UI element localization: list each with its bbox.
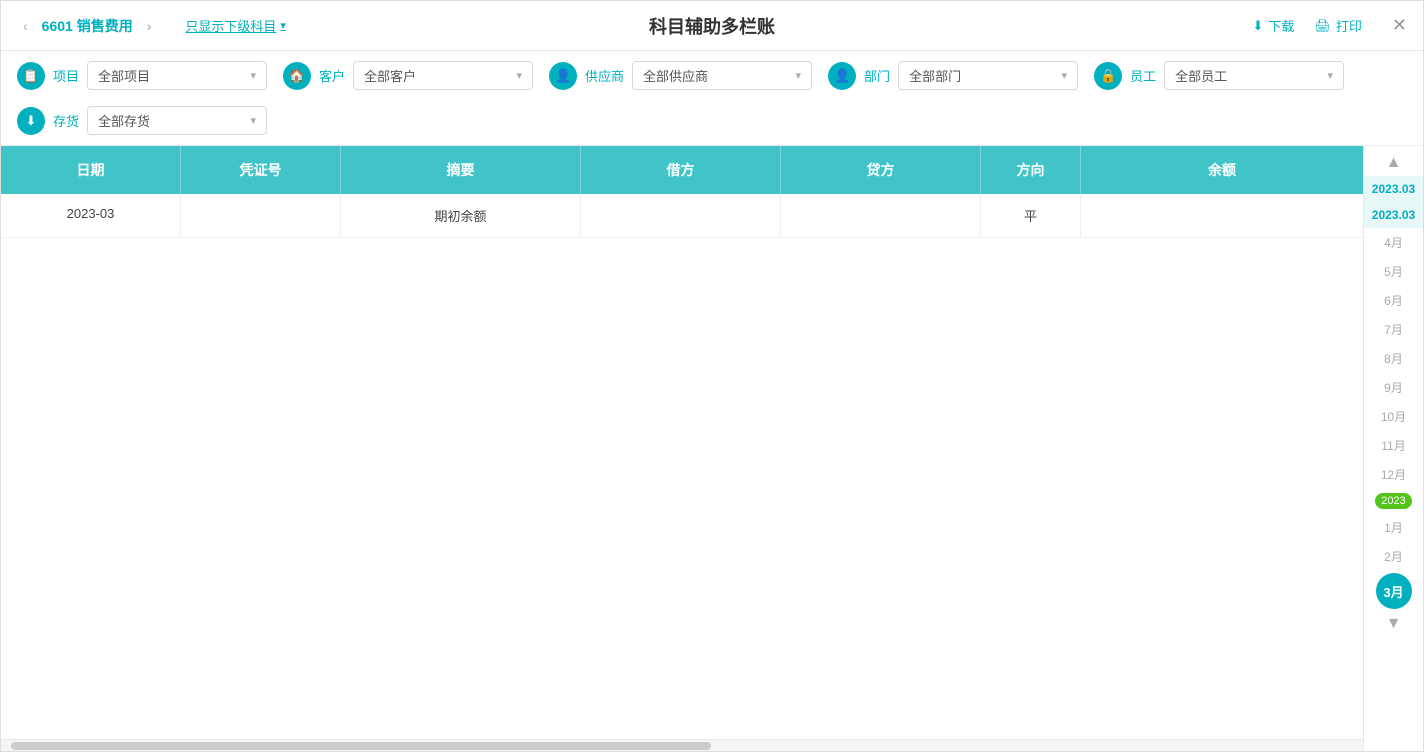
timeline-scroll-down[interactable]: ▼ xyxy=(1382,611,1406,637)
table-body: 2023-03 期初余额 平 xyxy=(1,194,1363,739)
inventory-icon: ⬇ xyxy=(17,107,45,135)
table-row[interactable]: 2023-03 期初余额 平 xyxy=(1,194,1363,238)
page-title: 科目辅助多栏账 xyxy=(649,13,775,39)
filter-group-customer: 🏠 客户 全部客户 ▾ xyxy=(283,61,533,90)
filter-bar: 📋 项目 全部项目 ▾ 🏠 客户 全部客户 ▾ 👤 供应商 全部供应商 ▾ xyxy=(1,51,1423,146)
show-sub-toggle[interactable]: 只显示下级科目 ▾ xyxy=(185,16,286,35)
project-label: 项目 xyxy=(53,66,79,85)
employee-select[interactable]: 全部员工 ▾ xyxy=(1164,61,1344,90)
col-header-credit: 贷方 xyxy=(781,146,981,194)
employee-select-arrow: ▾ xyxy=(1328,69,1334,82)
col-header-direction: 方向 xyxy=(981,146,1081,194)
cell-balance xyxy=(1081,194,1363,237)
supplier-select-arrow: ▾ xyxy=(796,69,802,82)
download-button[interactable]: ⬇ 下载 xyxy=(1252,16,1294,35)
horizontal-scrollbar[interactable] xyxy=(1,739,1363,751)
main-window: ‹ 6601 销售费用 › 只显示下级科目 ▾ 科目辅助多栏账 ⬇ 下载 🖨 打… xyxy=(0,0,1424,752)
inventory-select[interactable]: 全部存货 ▾ xyxy=(87,106,267,135)
col-header-date: 日期 xyxy=(1,146,181,194)
timeline-item-february[interactable]: 2月 xyxy=(1364,542,1423,571)
department-select[interactable]: 全部部门 ▾ xyxy=(898,61,1078,90)
close-button[interactable]: ✕ xyxy=(1392,15,1407,36)
supplier-icon: 👤 xyxy=(549,62,577,90)
timeline-item-january[interactable]: 1月 xyxy=(1364,513,1423,542)
nav-next-button[interactable]: › xyxy=(141,16,158,36)
table-header: 日期 凭证号 摘要 借方 贷方 方向 余额 xyxy=(1,146,1363,194)
cell-voucher xyxy=(181,194,341,237)
download-icon: ⬇ xyxy=(1252,18,1263,34)
customer-select[interactable]: 全部客户 ▾ xyxy=(353,61,533,90)
project-icon: 📋 xyxy=(17,62,45,90)
department-icon: 👤 xyxy=(828,62,856,90)
title-right: ⬇ 下载 🖨 打印 ✕ xyxy=(1252,15,1407,36)
account-code: 6601 销售费用 xyxy=(42,16,133,36)
col-header-balance: 余额 xyxy=(1081,146,1363,194)
inventory-select-arrow: ▾ xyxy=(250,114,256,127)
main-content: 日期 凭证号 摘要 借方 贷方 方向 余额 2023-03 期初余额 平 xyxy=(1,146,1423,751)
employee-label: 员工 xyxy=(1130,66,1156,85)
project-select[interactable]: 全部项目 ▾ xyxy=(87,61,267,90)
timeline-item-december[interactable]: 12月 xyxy=(1364,460,1423,489)
show-sub-label: 只显示下级科目 xyxy=(185,16,276,35)
filter-group-inventory: ⬇ 存货 全部存货 ▾ xyxy=(17,106,267,135)
customer-select-arrow: ▾ xyxy=(517,69,523,82)
title-bar: ‹ 6601 销售费用 › 只显示下级科目 ▾ 科目辅助多栏账 ⬇ 下载 🖨 打… xyxy=(1,1,1423,51)
timeline-item-august[interactable]: 8月 xyxy=(1364,344,1423,373)
filter-group-employee: 🔒 员工 全部员工 ▾ xyxy=(1094,61,1344,90)
filter-group-supplier: 👤 供应商 全部供应商 ▾ xyxy=(549,61,812,90)
employee-icon: 🔒 xyxy=(1094,62,1122,90)
timeline-item-september[interactable]: 9月 xyxy=(1364,373,1423,402)
table-area: 日期 凭证号 摘要 借方 贷方 方向 余额 2023-03 期初余额 平 xyxy=(1,146,1363,751)
timeline-item-june[interactable]: 6月 xyxy=(1364,286,1423,315)
timeline-item-october[interactable]: 10月 xyxy=(1364,402,1423,431)
col-header-voucher: 凭证号 xyxy=(181,146,341,194)
timeline-item-july[interactable]: 7月 xyxy=(1364,315,1423,344)
timeline-scroll-up[interactable]: ▲ xyxy=(1382,150,1406,176)
timeline-item-2023-03-start[interactable]: 2023.03 xyxy=(1364,176,1423,202)
department-select-arrow: ▾ xyxy=(1062,69,1068,82)
timeline-item-november[interactable]: 11月 xyxy=(1364,431,1423,460)
inventory-label: 存货 xyxy=(53,111,79,130)
department-label: 部门 xyxy=(864,66,890,85)
timeline-item-april[interactable]: 4月 xyxy=(1364,228,1423,257)
col-header-summary: 摘要 xyxy=(341,146,581,194)
print-icon: 🖨 xyxy=(1314,18,1331,34)
cell-debit xyxy=(581,194,781,237)
project-select-arrow: ▾ xyxy=(250,69,256,82)
cell-date: 2023-03 xyxy=(1,194,181,237)
side-timeline: ▲ 2023.03 2023.03 4月 5月 6月 7月 8月 xyxy=(1363,146,1423,751)
supplier-label: 供应商 xyxy=(585,66,624,85)
col-header-debit: 借方 xyxy=(581,146,781,194)
cell-credit xyxy=(781,194,981,237)
filter-group-project: 📋 项目 全部项目 ▾ xyxy=(17,61,267,90)
filter-group-department: 👤 部门 全部部门 ▾ xyxy=(828,61,1078,90)
timeline-item-2023-03-end[interactable]: 2023.03 xyxy=(1364,202,1423,228)
timeline-year-2023[interactable]: 2023 xyxy=(1375,493,1411,509)
show-sub-arrow: ▾ xyxy=(280,19,286,32)
timeline-item-march-active[interactable]: 3月 xyxy=(1376,573,1412,609)
customer-icon: 🏠 xyxy=(283,62,311,90)
cell-direction: 平 xyxy=(981,194,1081,237)
supplier-select[interactable]: 全部供应商 ▾ xyxy=(632,61,812,90)
cell-summary: 期初余额 xyxy=(341,194,581,237)
title-left: ‹ 6601 销售费用 › 只显示下级科目 ▾ xyxy=(17,16,286,36)
timeline-item-may[interactable]: 5月 xyxy=(1364,257,1423,286)
scrollbar-thumb[interactable] xyxy=(11,742,711,750)
customer-label: 客户 xyxy=(319,66,345,85)
print-button[interactable]: 🖨 打印 xyxy=(1314,16,1362,35)
nav-prev-button[interactable]: ‹ xyxy=(17,16,34,36)
